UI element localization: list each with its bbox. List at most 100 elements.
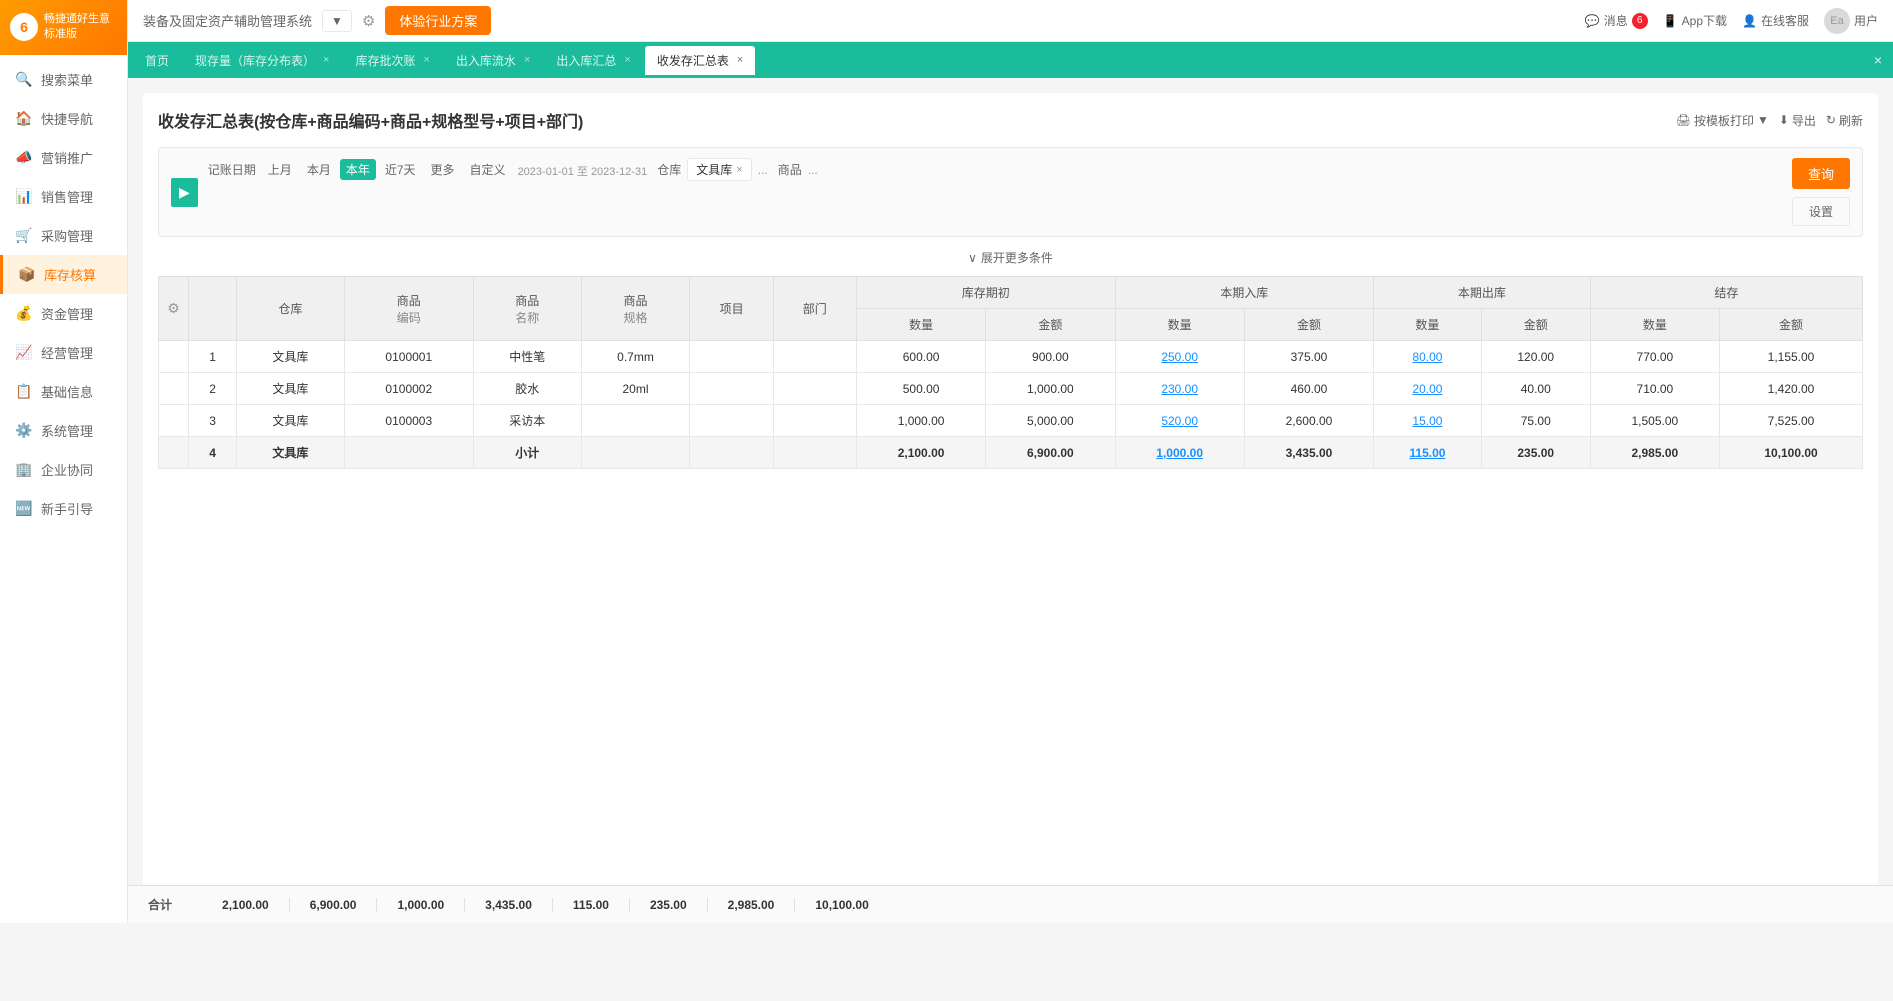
cell-dept (773, 405, 856, 437)
expand-more-button[interactable]: ∨ 展开更多条件 (968, 249, 1053, 266)
date-btn-custom[interactable]: 自定义 (464, 159, 512, 180)
warehouse-tag[interactable]: 文具库 × (687, 158, 751, 181)
page-title: 收发存汇总表(按仓库+商品编码+商品+规格型号+项目+部门) (158, 108, 583, 132)
marketing-icon: 📣 (15, 148, 33, 166)
basic-icon: 📋 (15, 382, 33, 400)
tab-home[interactable]: 首页 (133, 46, 181, 75)
system-dropdown[interactable]: ▼ (322, 10, 352, 32)
set-button[interactable]: 设置 (1792, 197, 1850, 226)
cell-spec: 0.7mm (581, 341, 690, 373)
operation-icon: 📈 (15, 343, 33, 361)
print-icon: 🖨 (1676, 113, 1691, 127)
sidebar-item-inventory[interactable]: 📦 库存核算 (0, 255, 127, 294)
cell-balance-qty: 770.00 (1590, 341, 1719, 373)
date-range: 2023-01-01 至 2023-12-31 (518, 163, 648, 179)
sidebar-item-label: 基础信息 (41, 382, 93, 401)
cell-name: 胶水 (473, 373, 581, 405)
date-btn-this-year[interactable]: 本年 (340, 159, 376, 180)
chevron-down-icon: ▼ (1757, 113, 1769, 127)
cell-opening-amt: 1,000.00 (986, 373, 1115, 405)
filter-toggle-button[interactable]: ▶ (171, 178, 198, 207)
tab-recv-send[interactable]: 收发存汇总表 × (645, 46, 755, 75)
cell-dept (773, 341, 856, 373)
inventory-icon: 📦 (18, 265, 36, 283)
subtotal-in-qty[interactable]: 1,000.00 (1115, 437, 1244, 469)
cell-name: 采访本 (473, 405, 581, 437)
warehouse-more[interactable]: ... (758, 163, 768, 177)
sidebar-item-enterprise[interactable]: 🏢 企业协同 (0, 450, 127, 489)
cell-out-amt: 40.00 (1481, 373, 1590, 405)
cell-spec: 20ml (581, 373, 690, 405)
warehouse-label: 仓库 (657, 161, 681, 178)
cell-in-qty[interactable]: 250.00 (1115, 341, 1244, 373)
warehouse-tag-text: 文具库 (696, 161, 732, 178)
table-settings-icon[interactable]: ⚙ (167, 300, 180, 316)
cell-dept (773, 373, 856, 405)
settings-icon[interactable]: ⚙ (362, 12, 375, 30)
tab-inout-summary-label: 出入库汇总 (556, 52, 616, 69)
user-menu[interactable]: Ea 用户 (1824, 8, 1878, 34)
date-btn-last-month[interactable]: 上月 (262, 159, 298, 180)
cell-out-qty[interactable]: 15.00 (1374, 405, 1482, 437)
date-btn-this-month[interactable]: 本月 (301, 159, 337, 180)
tab-batch-close[interactable]: × (423, 54, 429, 66)
subtotal-cell-name: 小计 (473, 437, 581, 469)
filter-row: 记账日期 上月 本月 本年 近7天 更多 自定义 2023-01-01 至 20… (208, 158, 1782, 181)
tab-batch[interactable]: 库存批次账 × (343, 46, 441, 75)
date-buttons: 上月 本月 本年 近7天 更多 自定义 (262, 159, 512, 180)
sidebar-item-finance[interactable]: 💰 资金管理 (0, 294, 127, 333)
sidebar-item-quick-nav[interactable]: 🏠 快捷导航 (0, 99, 127, 138)
sidebar-item-operation[interactable]: 📈 经营管理 (0, 333, 127, 372)
tabs-bar: 首页 现存量（库存分布表） × 库存批次账 × 出入库流水 × 出入库汇总 × … (128, 42, 1893, 78)
subtotal-cell-project (690, 437, 773, 469)
topbar-left: 装备及固定资产辅助管理系统 ▼ ⚙ 体验行业方案 (143, 6, 491, 35)
sidebar-item-purchase[interactable]: 🛒 采购管理 (0, 216, 127, 255)
cell-in-qty[interactable]: 230.00 (1115, 373, 1244, 405)
tab-inout-summary-close[interactable]: × (624, 54, 630, 66)
app-download-button[interactable]: 📱 App下载 (1663, 12, 1727, 29)
sidebar-nav: 🔍 搜索菜单 🏠 快捷导航 📣 营销推广 📊 销售管理 🛒 采购管理 📦 库存核… (0, 55, 127, 533)
sidebar-item-guide[interactable]: 🆕 新手引导 (0, 489, 127, 528)
topbar-right: 💬 消息 6 📱 App下载 👤 在线客服 Ea 用户 (1585, 8, 1878, 34)
warehouse-tag-close[interactable]: × (736, 164, 742, 176)
tabs-close-all[interactable]: × (1868, 49, 1888, 71)
tab-stock-dist-close[interactable]: × (323, 54, 329, 66)
date-btn-7days[interactable]: 近7天 (379, 159, 422, 180)
tab-inout-summary[interactable]: 出入库汇总 × (544, 46, 642, 75)
message-button[interactable]: 💬 消息 6 (1585, 12, 1648, 29)
total-in-amt: 3,435.00 (465, 898, 553, 912)
sidebar-item-basic[interactable]: 📋 基础信息 (0, 372, 127, 411)
cell-in-amt: 2,600.00 (1244, 405, 1373, 437)
print-button[interactable]: 🖨 按模板打印 ▼ (1676, 112, 1769, 129)
sidebar-item-marketing[interactable]: 📣 营销推广 (0, 138, 127, 177)
date-btn-more[interactable]: 更多 (425, 159, 461, 180)
cell-out-qty[interactable]: 20.00 (1374, 373, 1482, 405)
sales-icon: 📊 (15, 187, 33, 205)
sidebar-item-system[interactable]: ⚙️ 系统管理 (0, 411, 127, 450)
tab-inout-flow[interactable]: 出入库流水 × (444, 46, 542, 75)
tab-stock-dist[interactable]: 现存量（库存分布表） × (183, 46, 341, 75)
cell-out-amt: 75.00 (1481, 405, 1590, 437)
total-balance-qty: 2,985.00 (708, 898, 796, 912)
cell-in-qty[interactable]: 520.00 (1115, 405, 1244, 437)
sidebar-item-search[interactable]: 🔍 搜索菜单 (0, 60, 127, 99)
subtotal-cell-no: 4 (189, 437, 237, 469)
finance-icon: 💰 (15, 304, 33, 322)
export-button[interactable]: ⬇ 导出 (1779, 112, 1816, 129)
tab-inout-flow-close[interactable]: × (524, 54, 530, 66)
cell-out-qty[interactable]: 80.00 (1374, 341, 1482, 373)
query-button[interactable]: 查询 (1792, 158, 1850, 189)
subtotal-out-amt: 235.00 (1481, 437, 1590, 469)
table-row: 2 文具库 0100002 胶水 20ml 500.00 1,000.00 23… (159, 373, 1863, 405)
goods-more[interactable]: ... (808, 163, 818, 177)
subtotal-out-qty[interactable]: 115.00 (1374, 437, 1482, 469)
th-balance: 结存 (1590, 277, 1862, 309)
cell-balance-qty: 1,505.00 (1590, 405, 1719, 437)
cell-balance-qty: 710.00 (1590, 373, 1719, 405)
trial-button[interactable]: 体验行业方案 (385, 6, 491, 35)
tab-recv-send-close[interactable]: × (737, 54, 743, 66)
sidebar-item-sales[interactable]: 📊 销售管理 (0, 177, 127, 216)
online-service-button[interactable]: 👤 在线客服 (1742, 12, 1809, 29)
refresh-button[interactable]: ↻ 刷新 (1826, 112, 1863, 129)
warehouse-filter-group: 仓库 文具库 × ... (657, 158, 767, 181)
